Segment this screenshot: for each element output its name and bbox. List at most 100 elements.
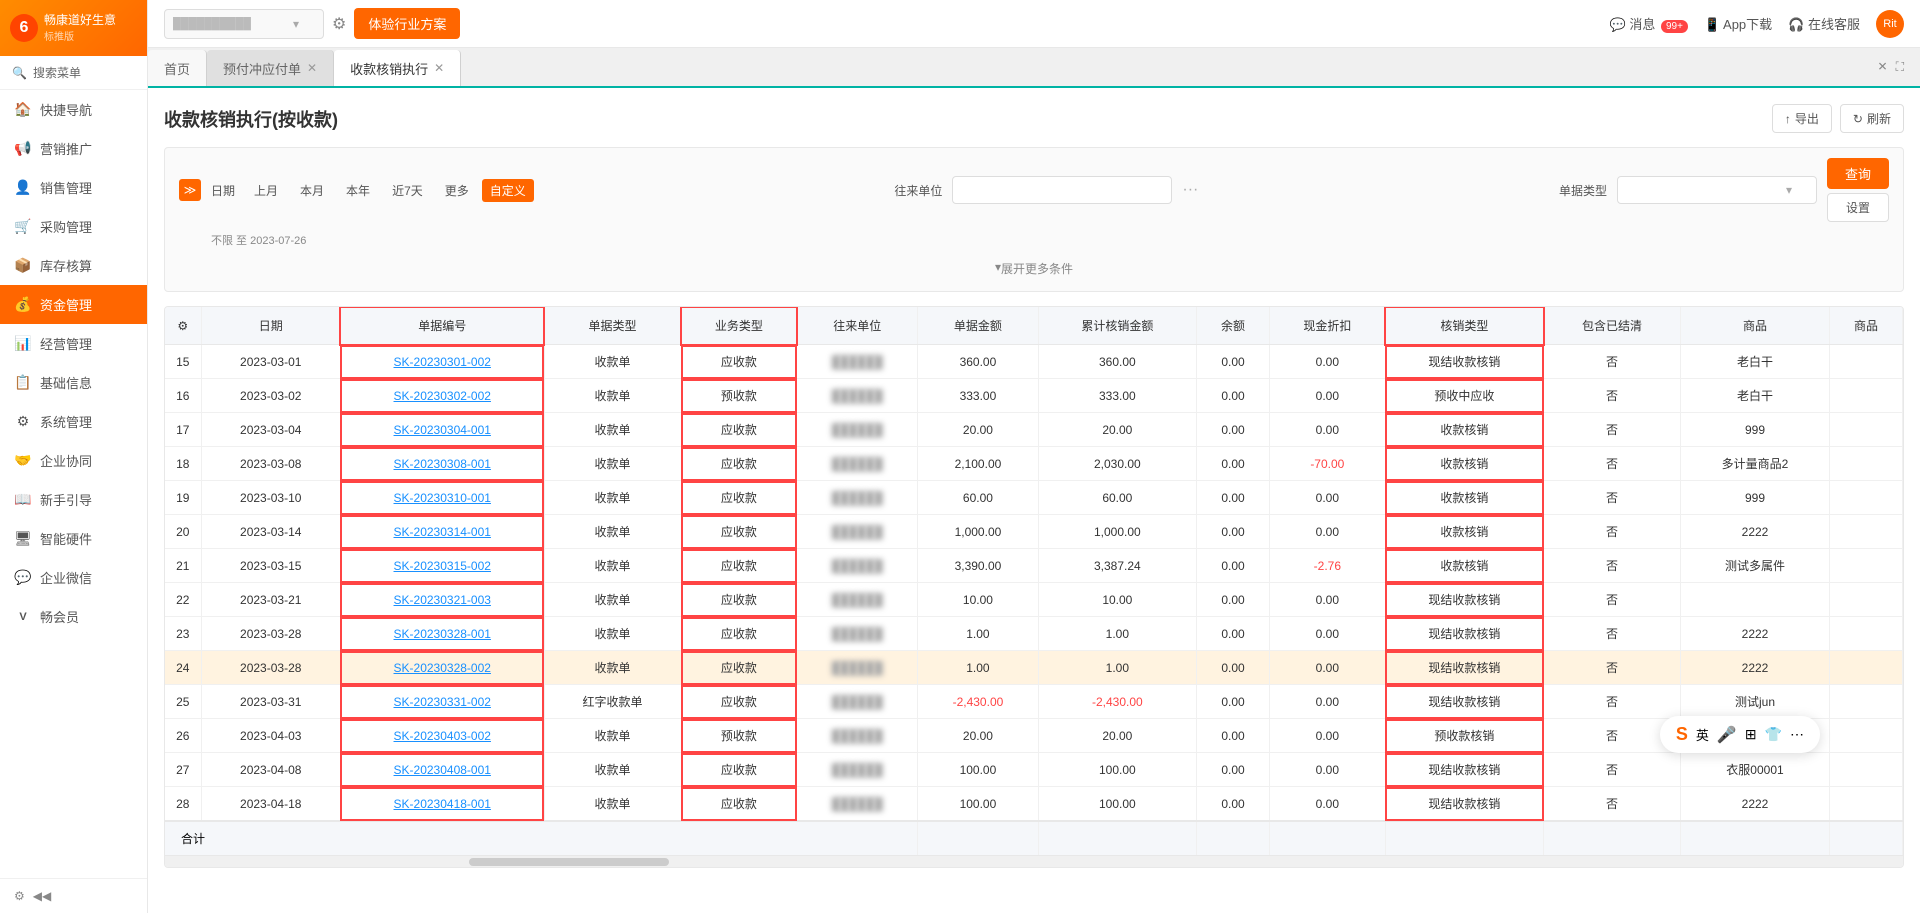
sidebar-item-basics[interactable]: 📋 基础信息 — [0, 363, 147, 402]
cell-writeoff-type: 现结收款核销 — [1385, 345, 1543, 379]
cell-include-settled: 否 — [1544, 379, 1681, 413]
doc-type-select[interactable]: ▾ — [1617, 176, 1817, 204]
partner-value: ██████ — [832, 457, 883, 471]
th-settings[interactable]: ⚙ — [165, 307, 201, 345]
sidebar-item-member[interactable]: V 畅会员 — [0, 597, 147, 636]
cell-doc-no: SK-20230308-001 — [340, 447, 544, 481]
doc-no-link[interactable]: SK-20230328-001 — [394, 627, 491, 641]
cell-doc-no: SK-20230310-001 — [340, 481, 544, 515]
sidebar-item-hardware[interactable]: 🖥 智能硬件 — [0, 519, 147, 558]
tab-receipt-writeoff[interactable]: 收款核销执行 ✕ — [334, 50, 461, 86]
ime-more[interactable]: ⋯ — [1790, 726, 1804, 743]
cell-doc-type: 收款单 — [544, 481, 681, 515]
th-goods[interactable]: 商品 — [1681, 307, 1830, 345]
th-amount[interactable]: 单据金额 — [918, 307, 1038, 345]
th-partner[interactable]: 往来单位 — [797, 307, 918, 345]
table-row: 24 2023-03-28 SK-20230328-002 收款单 应收款 ██… — [165, 651, 1903, 685]
th-balance[interactable]: 余额 — [1197, 307, 1270, 345]
sidebar-item-system[interactable]: ⚙ 系统管理 — [0, 402, 147, 441]
doc-no-link[interactable]: SK-20230331-002 — [394, 695, 491, 709]
th-doc-type[interactable]: 单据类型 — [544, 307, 681, 345]
doc-no-link[interactable]: SK-20230403-002 — [394, 729, 491, 743]
solution-btn[interactable]: 体验行业方案 — [354, 8, 460, 39]
doc-no-link[interactable]: SK-20230310-001 — [394, 491, 491, 505]
phone-icon: 📱 — [1704, 17, 1720, 32]
user-avatar[interactable]: Rit — [1876, 10, 1904, 38]
sidebar-item-quick-nav[interactable]: 🏠 快捷导航 — [0, 90, 147, 129]
app-download-item[interactable]: 📱 App下载 — [1704, 14, 1772, 33]
filter-collapse-btn[interactable]: ≫ — [179, 179, 201, 201]
cell-no: 23 — [165, 617, 201, 651]
inventory-icon: 📦 — [14, 257, 32, 274]
settings-icon[interactable]: ⚙ — [14, 889, 25, 903]
doc-no-link[interactable]: SK-20230301-002 — [394, 355, 491, 369]
last-7days-btn[interactable]: 近7天 — [383, 178, 432, 203]
cell-writeoff-amt: 1,000.00 — [1038, 515, 1196, 549]
doc-no-link[interactable]: SK-20230408-001 — [394, 763, 491, 777]
doc-no-link[interactable]: SK-20230304-001 — [394, 423, 491, 437]
last-month-btn[interactable]: 上月 — [245, 178, 287, 203]
sidebar-item-purchase[interactable]: 🛒 采购管理 — [0, 207, 147, 246]
this-year-btn[interactable]: 本年 — [337, 178, 379, 203]
th-biz-type[interactable]: 业务类型 — [681, 307, 797, 345]
th-writeoff-amt[interactable]: 累计核销金额 — [1038, 307, 1196, 345]
th-goods2[interactable]: 商品 — [1829, 307, 1902, 345]
org-selector[interactable]: ██████████ ▾ — [164, 9, 324, 39]
table-scrollbar[interactable] — [165, 855, 1903, 867]
export-btn[interactable]: ↑ 导出 — [1772, 104, 1832, 133]
cell-doc-no: SK-20230418-001 — [340, 787, 544, 822]
sidebar-item-enterprise[interactable]: 🤝 企业协同 — [0, 441, 147, 480]
hardware-icon: 🖥 — [14, 530, 32, 547]
query-btn[interactable]: 查询 — [1827, 158, 1889, 189]
cell-goods: 多计量商品2 — [1681, 447, 1830, 481]
cell-goods: 衣服00001 — [1681, 753, 1830, 787]
cell-biz-type: 预收款 — [681, 719, 797, 753]
th-date[interactable]: 日期 — [201, 307, 340, 345]
tab-receipt-close[interactable]: ✕ — [434, 61, 444, 75]
this-month-btn[interactable]: 本月 — [291, 178, 333, 203]
tab-home[interactable]: 首页 — [148, 50, 207, 86]
expand-row[interactable]: ▾ 展开更多条件 — [179, 256, 1889, 281]
more-btn[interactable]: 更多 — [436, 178, 478, 203]
th-discount[interactable]: 现金折扣 — [1270, 307, 1386, 345]
filter-settings-btn[interactable]: 设置 — [1827, 193, 1889, 222]
maximize-icon[interactable]: ⛶ — [1896, 60, 1904, 75]
custom-btn[interactable]: 自定义 — [482, 179, 534, 202]
th-doc-no[interactable]: 单据编号 — [340, 307, 544, 345]
cell-amount: 10.00 — [918, 583, 1038, 617]
doc-no-link[interactable]: SK-20230418-001 — [394, 797, 491, 811]
sidebar-item-sales[interactable]: 👤 销售管理 — [0, 168, 147, 207]
doc-no-link[interactable]: SK-20230314-001 — [394, 525, 491, 539]
ime-mic[interactable]: 🎤 — [1717, 725, 1737, 745]
ime-grid[interactable]: ⊞ — [1745, 726, 1757, 743]
partner-value: ██████ — [832, 525, 883, 539]
close-icon[interactable]: ✕ — [1878, 60, 1888, 75]
online-support-item[interactable]: 🎧 在线客服 — [1788, 14, 1860, 33]
doc-no-link[interactable]: SK-20230302-002 — [394, 389, 491, 403]
tab-prepay-payable[interactable]: 预付冲应付单 ✕ — [207, 50, 334, 86]
settings-gear-icon[interactable]: ⚙ — [332, 14, 346, 34]
partner-input[interactable] — [952, 176, 1172, 204]
sidebar-item-guide[interactable]: 📖 新手引导 — [0, 480, 147, 519]
messages-item[interactable]: 💬 消息 99+ — [1610, 14, 1688, 33]
doc-no-link[interactable]: SK-20230321-003 — [394, 593, 491, 607]
refresh-label: 刷新 — [1867, 110, 1891, 127]
sidebar-item-marketing[interactable]: 📢 营销推广 — [0, 129, 147, 168]
sidebar-item-wechat[interactable]: 💬 企业微信 — [0, 558, 147, 597]
search-menu[interactable]: 🔍 搜索菜单 — [0, 56, 147, 90]
ime-shirt[interactable]: 👕 — [1765, 726, 1782, 743]
sidebar-item-operations[interactable]: 📊 经营管理 — [0, 324, 147, 363]
collapse-icon[interactable]: ◀◀ — [33, 889, 51, 903]
sidebar-item-label: 采购管理 — [40, 217, 92, 236]
sidebar-item-finance[interactable]: 💰 资金管理 — [0, 285, 147, 324]
doc-no-link[interactable]: SK-20230328-002 — [394, 661, 491, 675]
doc-no-link[interactable]: SK-20230308-001 — [394, 457, 491, 471]
refresh-btn[interactable]: ↻ 刷新 — [1840, 104, 1904, 133]
th-writeoff-type[interactable]: 核销类型 — [1385, 307, 1543, 345]
partner-value: ██████ — [832, 423, 883, 437]
doc-no-link[interactable]: SK-20230315-002 — [394, 559, 491, 573]
cell-no: 28 — [165, 787, 201, 822]
sidebar-item-inventory[interactable]: 📦 库存核算 — [0, 246, 147, 285]
th-include-settled[interactable]: 包含已结清 — [1544, 307, 1681, 345]
tab-prepay-close[interactable]: ✕ — [307, 61, 317, 75]
